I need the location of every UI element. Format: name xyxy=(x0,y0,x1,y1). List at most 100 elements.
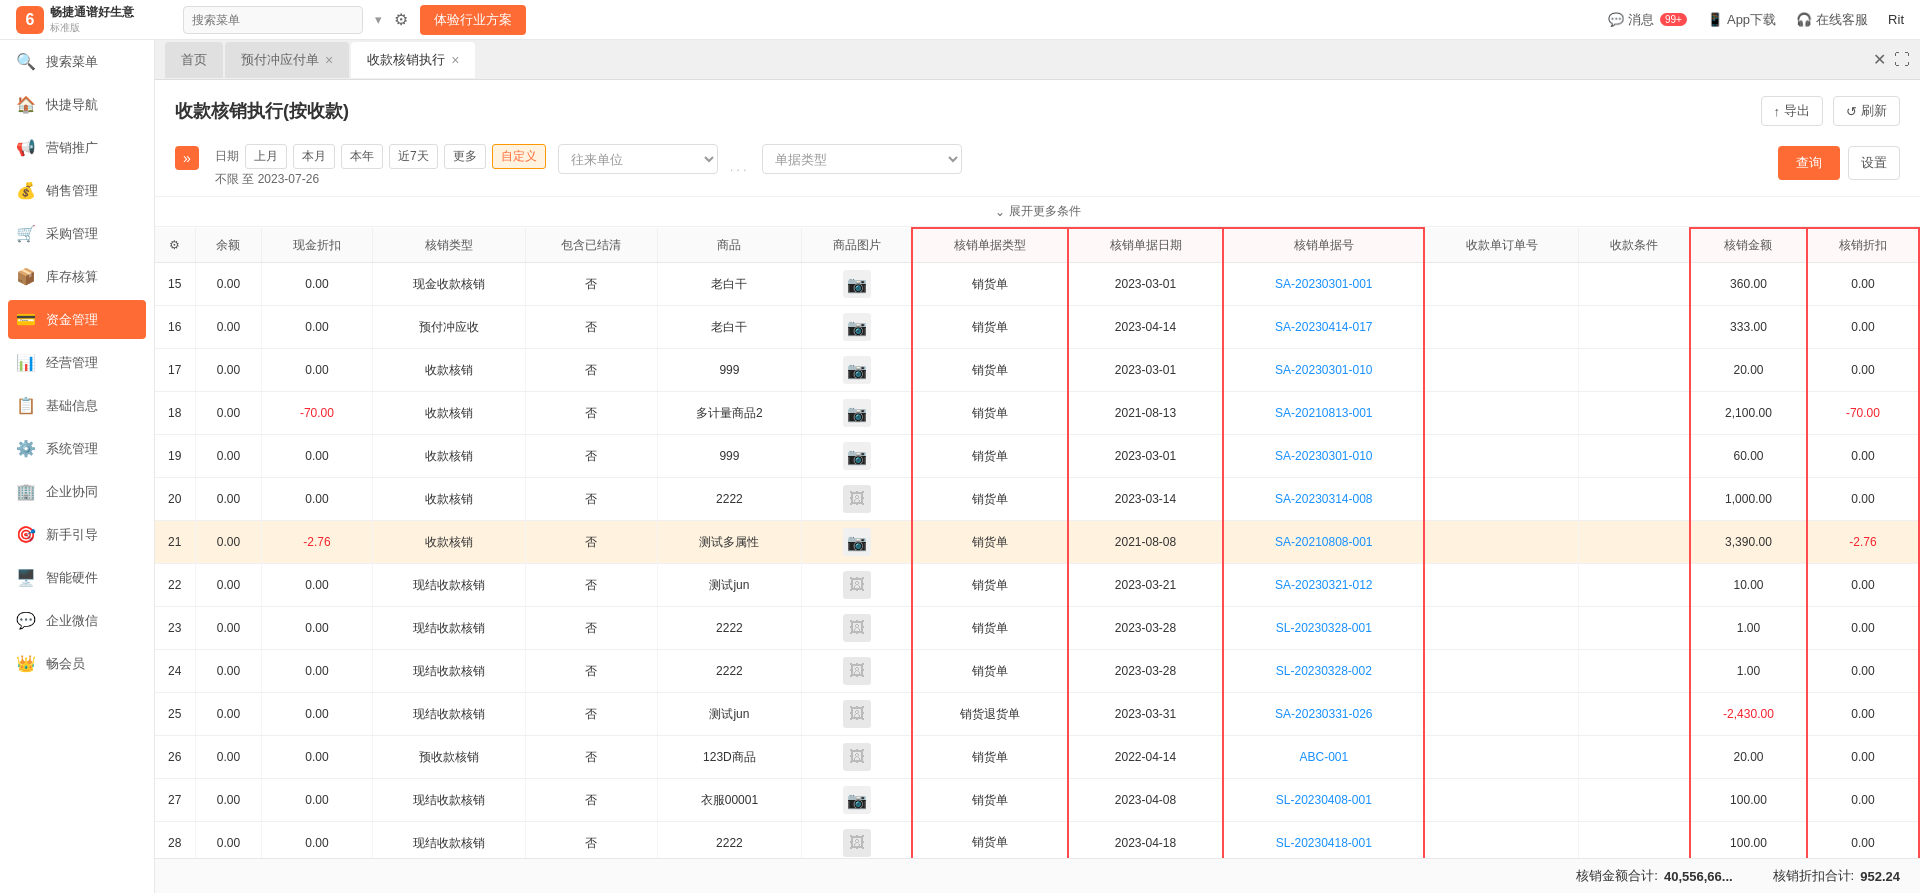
export-icon: ↑ xyxy=(1774,104,1781,119)
cell-balance: 0.00 xyxy=(195,263,262,306)
cell-writeoff-date: 2023-03-28 xyxy=(1068,607,1223,650)
sidebar-item-basic[interactable]: 📋 基础信息 xyxy=(0,384,154,427)
sidebar-item-marketing[interactable]: 📢 营销推广 xyxy=(0,126,154,169)
sidebar-label-hardware: 智能硬件 xyxy=(46,569,98,587)
writeoff-no-link[interactable]: SA-20230321-012 xyxy=(1275,578,1372,592)
cell-receipt-condition xyxy=(1579,349,1690,392)
cell-balance: 0.00 xyxy=(195,306,262,349)
sidebar-item-hardware[interactable]: 🖥️ 智能硬件 xyxy=(0,556,154,599)
cell-writeoff-voucher-type: 销货单 xyxy=(912,263,1067,306)
col-header-balance: 余额 xyxy=(195,228,262,263)
setting-btn[interactable]: 设置 xyxy=(1848,146,1900,180)
query-btn[interactable]: 查询 xyxy=(1778,146,1840,180)
cell-write-off-type: 收款核销 xyxy=(372,435,526,478)
tab-home[interactable]: 首页 xyxy=(165,42,223,78)
app-download-btn[interactable]: 📱 App下载 xyxy=(1707,11,1776,29)
building-icon: 🏢 xyxy=(16,482,36,501)
date-btn-7days[interactable]: 近7天 xyxy=(389,144,438,169)
cell-product-img: 🖼 xyxy=(801,736,912,779)
sidebar-item-member[interactable]: 👑 畅会员 xyxy=(0,642,154,685)
tab-prepaid-close[interactable]: × xyxy=(325,52,333,68)
cell-receipt-order-no xyxy=(1424,306,1578,349)
tab-collection[interactable]: 收款核销执行 × xyxy=(351,42,475,78)
sidebar-item-inventory[interactable]: 📦 库存核算 xyxy=(0,255,154,298)
cell-writeoff-voucher-type: 销货单 xyxy=(912,607,1067,650)
col-header-receipt-order-no: 收款单订单号 xyxy=(1424,228,1578,263)
sidebar-item-purchase[interactable]: 🛒 采购管理 xyxy=(0,212,154,255)
writeoff-no-link[interactable]: SA-20230414-017 xyxy=(1275,320,1372,334)
writeoff-no-link[interactable]: SA-20210808-001 xyxy=(1275,535,1372,549)
logo-text-group: 畅捷通谱好生意 标准版 xyxy=(50,4,134,35)
product-img: 🖼 xyxy=(843,571,871,599)
col-header-product-img: 商品图片 xyxy=(801,228,912,263)
gear-icon-settings[interactable]: ⚙ xyxy=(394,10,408,29)
sidebar-item-search[interactable]: 🔍 搜索菜单 xyxy=(0,40,154,83)
cell-writeoff-date: 2023-04-18 xyxy=(1068,822,1223,859)
cell-row-num: 26 xyxy=(155,736,195,779)
writeoff-no-link[interactable]: SL-20230408-001 xyxy=(1276,793,1372,807)
cell-include-settled: 否 xyxy=(526,693,658,736)
date-btn-custom[interactable]: 自定义 xyxy=(492,144,546,169)
user-name[interactable]: Rit xyxy=(1888,12,1904,27)
tab-collection-close[interactable]: × xyxy=(451,52,459,68)
writeoff-no-link[interactable]: ABC-001 xyxy=(1299,750,1348,764)
sidebar-item-wechat[interactable]: 💬 企业微信 xyxy=(0,599,154,642)
sidebar-item-operations[interactable]: 📊 经营管理 xyxy=(0,341,154,384)
cell-row-num: 18 xyxy=(155,392,195,435)
sidebar-item-quick-nav[interactable]: 🏠 快捷导航 xyxy=(0,83,154,126)
cell-cash-discount: 0.00 xyxy=(262,607,372,650)
dropdown-arrow-icon[interactable]: ▾ xyxy=(375,12,382,27)
sidebar-item-system[interactable]: ⚙️ 系统管理 xyxy=(0,427,154,470)
target-icon: 🎯 xyxy=(16,525,36,544)
export-btn[interactable]: ↑ 导出 xyxy=(1761,96,1824,126)
sidebar-item-enterprise[interactable]: 🏢 企业协同 xyxy=(0,470,154,513)
search-input[interactable] xyxy=(183,6,363,34)
cell-row-num: 23 xyxy=(155,607,195,650)
writeoff-no-link[interactable]: SA-20210813-001 xyxy=(1275,406,1372,420)
writeoff-no-link[interactable]: SL-20230328-002 xyxy=(1276,664,1372,678)
filter-voucher-type-select[interactable]: 单据类型 xyxy=(762,144,962,174)
table-body: 15 0.00 0.00 现金收款核销 否 老白干 📷 销货单 2023-03-… xyxy=(155,263,1919,859)
cell-include-settled: 否 xyxy=(526,736,658,779)
cell-row-num: 27 xyxy=(155,779,195,822)
cell-product-img: 🖼 xyxy=(801,607,912,650)
sidebar-label-enterprise: 企业协同 xyxy=(46,483,98,501)
cell-include-settled: 否 xyxy=(526,478,658,521)
sidebar-item-guide[interactable]: 🎯 新手引导 xyxy=(0,513,154,556)
writeoff-no-link[interactable]: SL-20230418-001 xyxy=(1276,836,1372,850)
writeoff-no-link[interactable]: SA-20230301-001 xyxy=(1275,277,1372,291)
date-btn-this-year[interactable]: 本年 xyxy=(341,144,383,169)
cell-product-img: 📷 xyxy=(801,392,912,435)
cell-writeoff-discount: 0.00 xyxy=(1807,822,1919,859)
writeoff-no-link[interactable]: SL-20230328-001 xyxy=(1276,621,1372,635)
cell-receipt-condition xyxy=(1579,478,1690,521)
sidebar-item-sales[interactable]: 💰 销售管理 xyxy=(0,169,154,212)
box-icon: 📦 xyxy=(16,267,36,286)
writeoff-no-link[interactable]: SA-20230301-010 xyxy=(1275,363,1372,377)
writeoff-no-link[interactable]: SA-20230314-008 xyxy=(1275,492,1372,506)
tab-prepaid[interactable]: 预付冲应付单 × xyxy=(225,42,349,78)
tab-collection-label: 收款核销执行 xyxy=(367,51,445,69)
col-header-write-off-type: 核销类型 xyxy=(372,228,526,263)
cell-include-settled: 否 xyxy=(526,779,658,822)
refresh-btn[interactable]: ↺ 刷新 xyxy=(1833,96,1900,126)
date-btn-last-month[interactable]: 上月 xyxy=(245,144,287,169)
cell-writeoff-amount: 2,100.00 xyxy=(1690,392,1807,435)
date-btn-this-month[interactable]: 本月 xyxy=(293,144,335,169)
cell-writeoff-date: 2023-03-28 xyxy=(1068,650,1223,693)
industry-btn[interactable]: 体验行业方案 xyxy=(420,5,526,35)
notification-btn[interactable]: 💬 消息 99+ xyxy=(1608,11,1687,29)
sidebar-item-finance[interactable]: 💳 资金管理 xyxy=(8,300,146,339)
online-service-btn[interactable]: 🎧 在线客服 xyxy=(1796,11,1868,29)
tab-expand-btn[interactable]: ⛶ xyxy=(1894,50,1910,69)
cell-receipt-condition xyxy=(1579,521,1690,564)
date-btn-more[interactable]: 更多 xyxy=(444,144,486,169)
filter-toggle-btn[interactable]: » xyxy=(175,146,199,170)
product-img: 📷 xyxy=(843,528,871,556)
writeoff-no-link[interactable]: SA-20230301-010 xyxy=(1275,449,1372,463)
filter-partner-select[interactable]: 往来单位 xyxy=(558,144,718,174)
expand-more-btn[interactable]: ⌄ 展开更多条件 xyxy=(155,197,1920,227)
cell-write-off-type: 现结收款核销 xyxy=(372,564,526,607)
writeoff-no-link[interactable]: SA-20230331-026 xyxy=(1275,707,1372,721)
tab-close-window-btn[interactable]: ✕ xyxy=(1873,50,1886,69)
